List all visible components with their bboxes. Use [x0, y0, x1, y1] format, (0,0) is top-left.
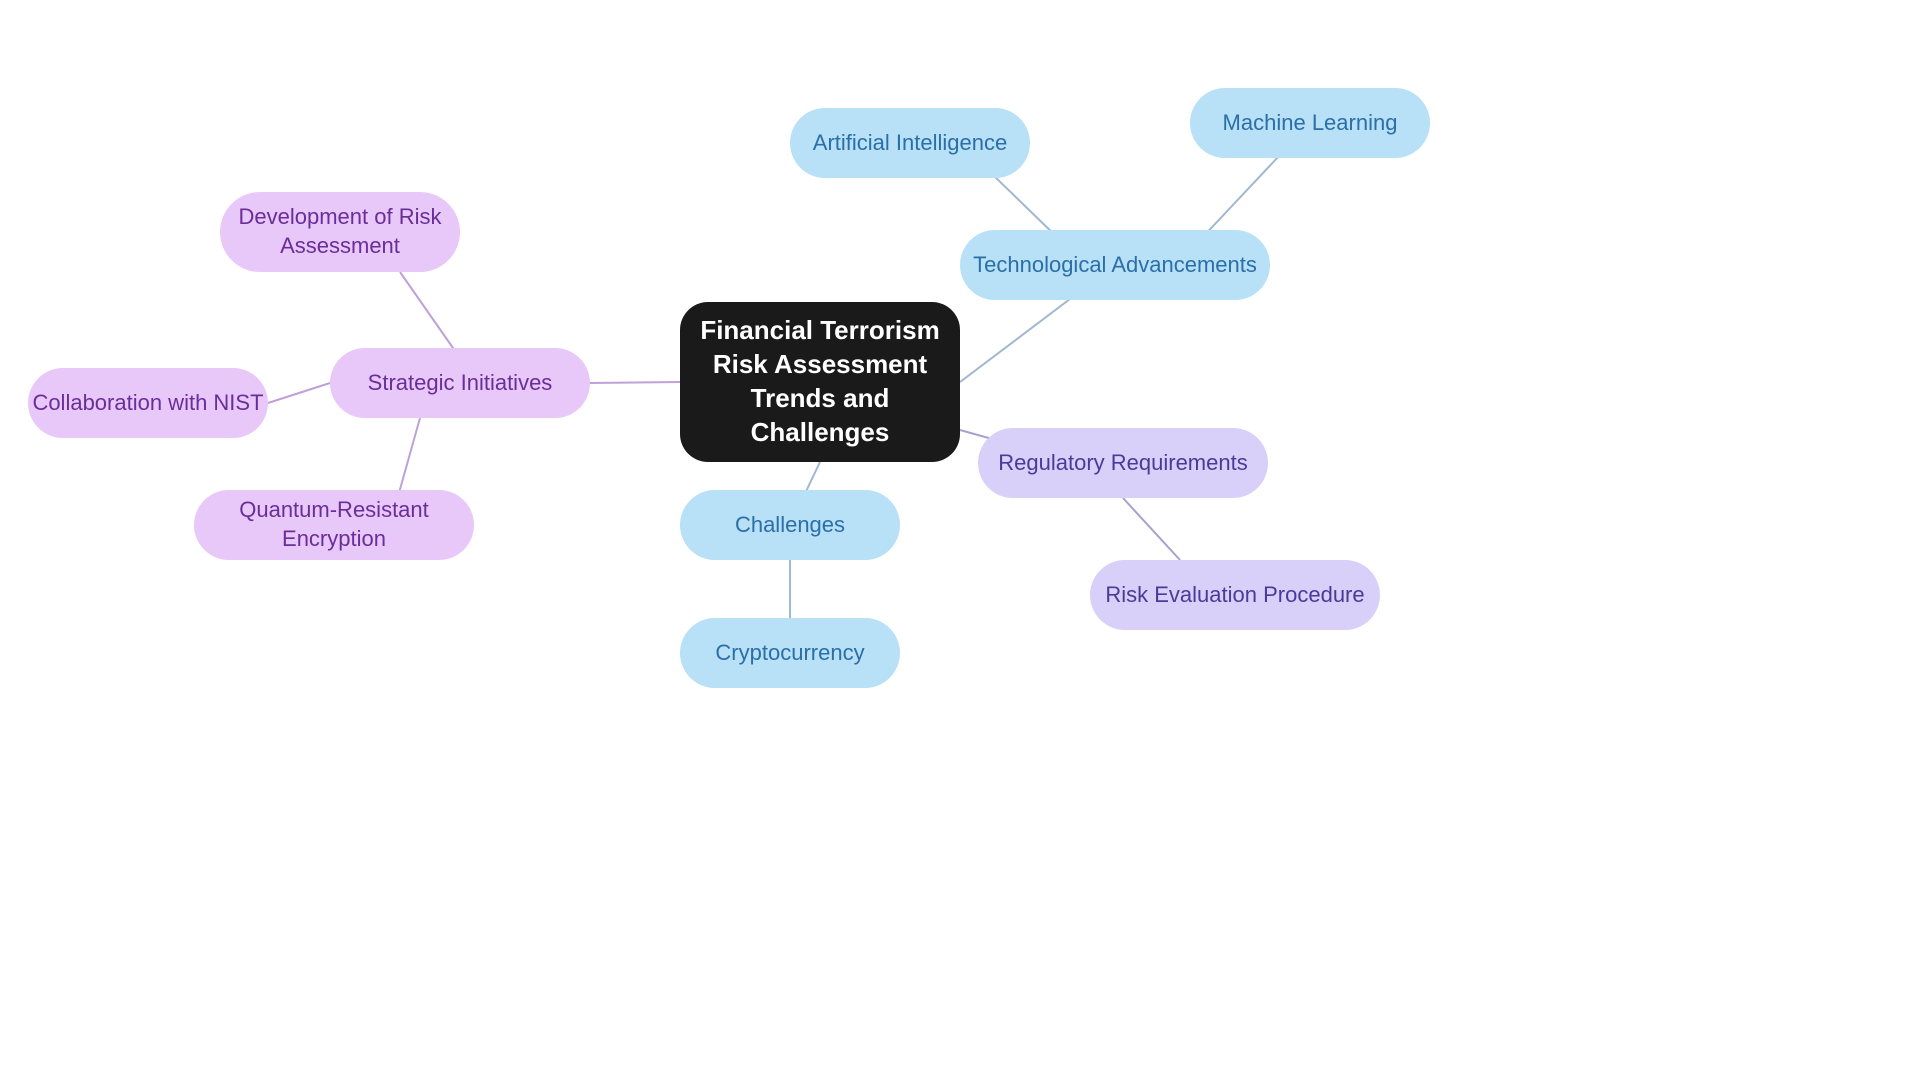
challenges-node: Challenges [680, 490, 900, 560]
quantum-node: Quantum-Resistant Encryption [194, 490, 474, 560]
dev-node: Development of Risk Assessment [220, 192, 460, 272]
collab-node: Collaboration with NIST [28, 368, 268, 438]
crypto-node: Cryptocurrency [680, 618, 900, 688]
strategic-node: Strategic Initiatives [330, 348, 590, 418]
center-node: Financial Terrorism Risk Assessment Tren… [680, 302, 960, 462]
regulatory-node: Regulatory Requirements [978, 428, 1268, 498]
tech-node: Technological Advancements [960, 230, 1270, 300]
ml-node: Machine Learning [1190, 88, 1430, 158]
risk-eval-node: Risk Evaluation Procedure [1090, 560, 1380, 630]
ai-node: Artificial Intelligence [790, 108, 1030, 178]
